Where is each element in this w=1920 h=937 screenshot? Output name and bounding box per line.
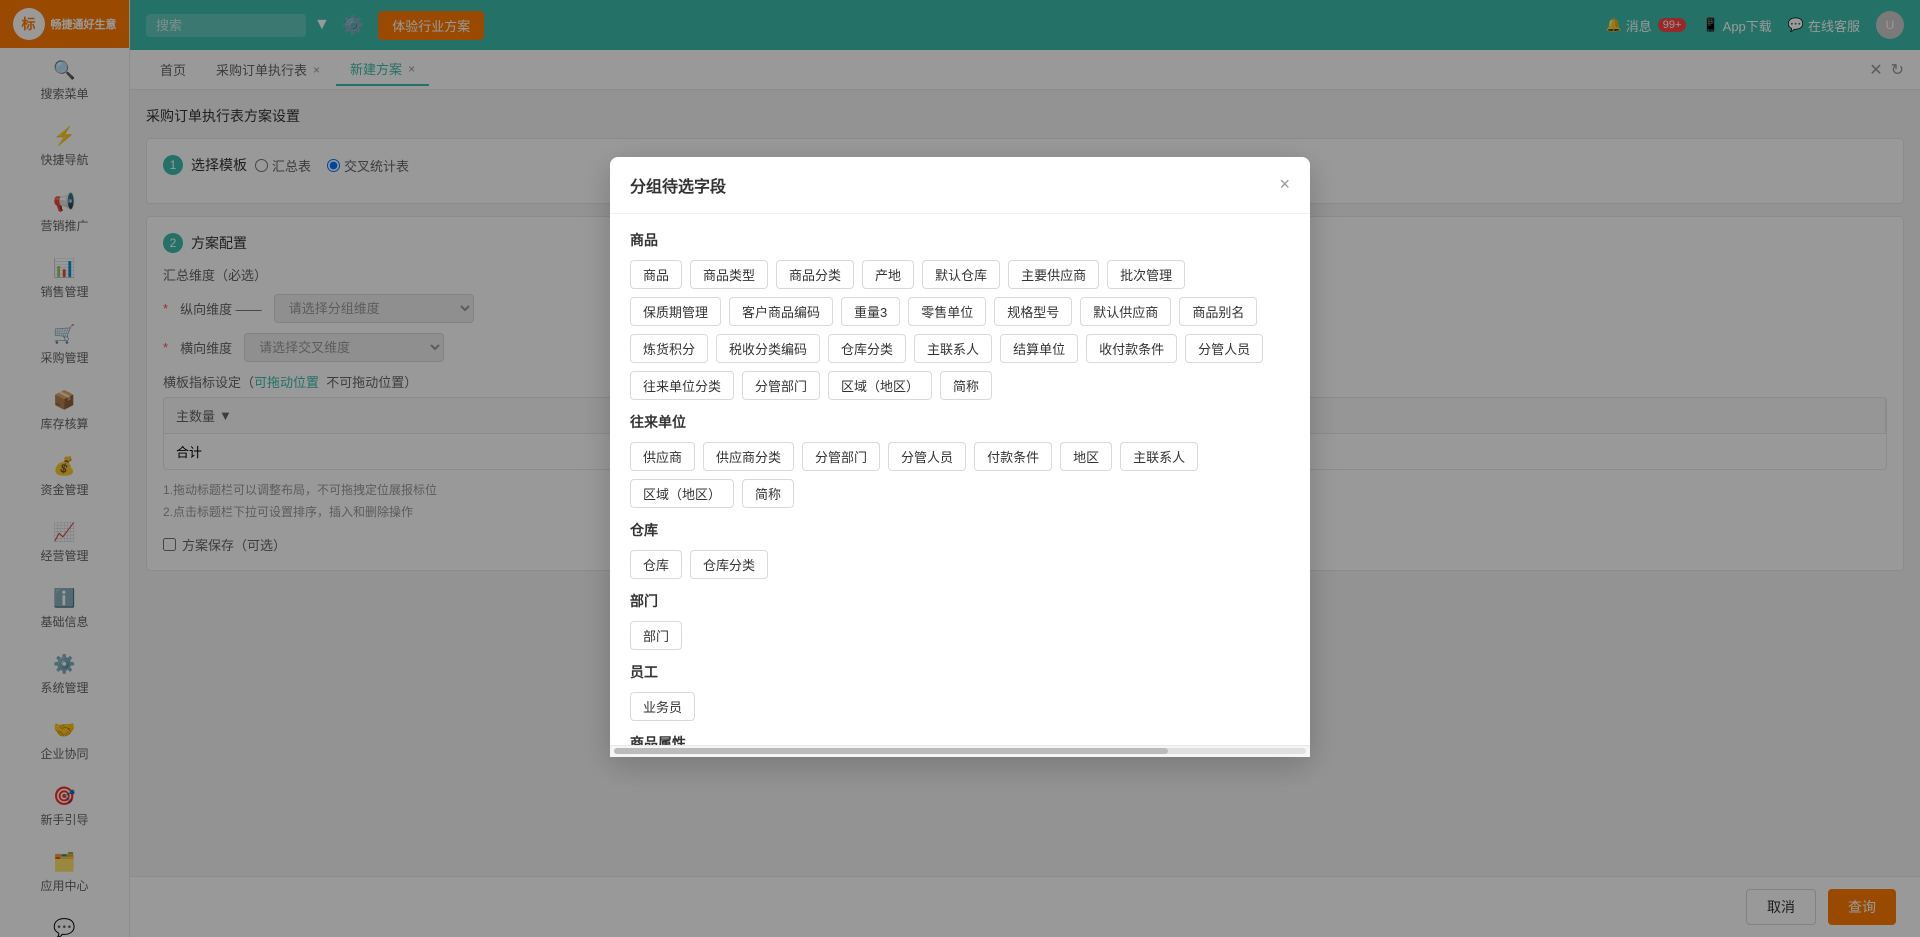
field-tag-points[interactable]: 炼货积分 bbox=[630, 334, 708, 363]
field-tag-partner-contact[interactable]: 主联系人 bbox=[1120, 442, 1198, 471]
field-tag-area[interactable]: 地区 bbox=[1060, 442, 1112, 471]
field-tag-department[interactable]: 部门 bbox=[630, 621, 682, 650]
field-tag-settlement-unit[interactable]: 结算单位 bbox=[1000, 334, 1078, 363]
field-tag-origin[interactable]: 产地 bbox=[862, 260, 914, 289]
section-title-partner: 往来单位 bbox=[630, 412, 1290, 432]
field-tags-goods-3: 炼货积分 税收分类编码 仓库分类 主联系人 结算单位 收付款条件 分管人员 bbox=[630, 334, 1290, 363]
field-tag-warehouse-cat[interactable]: 仓库分类 bbox=[828, 334, 906, 363]
field-tag-goods-category[interactable]: 商品分类 bbox=[776, 260, 854, 289]
field-tag-partner-short[interactable]: 简称 bbox=[742, 479, 794, 508]
field-tag-salesperson[interactable]: 业务员 bbox=[630, 692, 695, 721]
field-tag-supplier[interactable]: 供应商 bbox=[630, 442, 695, 471]
field-tag-partner-cat[interactable]: 往来单位分类 bbox=[630, 371, 734, 400]
field-tag-weight[interactable]: 重量3 bbox=[841, 297, 900, 326]
field-tag-partner-dept[interactable]: 分管部门 bbox=[802, 442, 880, 471]
field-tags-warehouse: 仓库 仓库分类 bbox=[630, 550, 1290, 579]
field-tag-warehouse-category[interactable]: 仓库分类 bbox=[690, 550, 768, 579]
field-tag-default-warehouse[interactable]: 默认仓库 bbox=[922, 260, 1000, 289]
field-tag-payment-terms[interactable]: 收付款条件 bbox=[1086, 334, 1177, 363]
field-tag-supplier-cat[interactable]: 供应商分类 bbox=[703, 442, 794, 471]
modal-body: 商品 商品 商品类型 商品分类 产地 默认仓库 主要供应商 批次管理 保质期管理… bbox=[610, 214, 1310, 745]
field-tags-department: 部门 bbox=[630, 621, 1290, 650]
field-tag-main-supplier[interactable]: 主要供应商 bbox=[1008, 260, 1099, 289]
modal-close-button[interactable]: × bbox=[1279, 174, 1290, 195]
modal-title: 分组待选字段 bbox=[630, 173, 726, 197]
field-tags-partner-2: 区域（地区） 简称 bbox=[630, 479, 1290, 508]
section-title-goods: 商品 bbox=[630, 230, 1290, 250]
field-tag-partner-payment[interactable]: 付款条件 bbox=[974, 442, 1052, 471]
modal-horizontal-scrollbar[interactable] bbox=[610, 745, 1310, 757]
hscroll-thumb[interactable] bbox=[614, 748, 1168, 754]
field-tag-goods-alias[interactable]: 商品别名 bbox=[1179, 297, 1257, 326]
field-tags-partner: 供应商 供应商分类 分管部门 分管人员 付款条件 地区 主联系人 bbox=[630, 442, 1290, 471]
field-tag-spec-model[interactable]: 规格型号 bbox=[994, 297, 1072, 326]
field-tag-short-name[interactable]: 简称 bbox=[940, 371, 992, 400]
field-tags-employee: 业务员 bbox=[630, 692, 1290, 721]
section-title-department: 部门 bbox=[630, 591, 1290, 611]
field-tag-dept[interactable]: 分管部门 bbox=[742, 371, 820, 400]
hscroll-track bbox=[614, 748, 1306, 754]
section-title-goods-attr: 商品属性 bbox=[630, 733, 1290, 745]
field-tag-tax-code[interactable]: 税收分类编码 bbox=[716, 334, 820, 363]
section-title-warehouse: 仓库 bbox=[630, 520, 1290, 540]
modal-header: 分组待选字段 × bbox=[610, 157, 1310, 214]
field-tag-main-contact[interactable]: 主联系人 bbox=[914, 334, 992, 363]
field-tag-partner-region[interactable]: 区域（地区） bbox=[630, 479, 734, 508]
field-tag-default-supplier[interactable]: 默认供应商 bbox=[1080, 297, 1171, 326]
field-tags-goods-4: 往来单位分类 分管部门 区域（地区） 简称 bbox=[630, 371, 1290, 400]
field-tag-region[interactable]: 区域（地区） bbox=[828, 371, 932, 400]
field-tag-partner-person[interactable]: 分管人员 bbox=[888, 442, 966, 471]
field-tags-goods: 商品 商品类型 商品分类 产地 默认仓库 主要供应商 批次管理 bbox=[630, 260, 1290, 289]
field-tag-warehouse[interactable]: 仓库 bbox=[630, 550, 682, 579]
field-tag-expiry-mgmt[interactable]: 保质期管理 bbox=[630, 297, 721, 326]
field-select-modal: 分组待选字段 × 商品 商品 商品类型 商品分类 产地 默认仓库 主要供应商 批… bbox=[610, 157, 1310, 757]
field-tag-batch-mgmt[interactable]: 批次管理 bbox=[1107, 260, 1185, 289]
field-tag-goods-type[interactable]: 商品类型 bbox=[690, 260, 768, 289]
field-tag-retail-unit[interactable]: 零售单位 bbox=[908, 297, 986, 326]
field-tag-customer-code[interactable]: 客户商品编码 bbox=[729, 297, 833, 326]
field-tags-goods-2: 保质期管理 客户商品编码 重量3 零售单位 规格型号 默认供应商 商品别名 bbox=[630, 297, 1290, 326]
field-tag-supervisor[interactable]: 分管人员 bbox=[1185, 334, 1263, 363]
section-title-employee: 员工 bbox=[630, 662, 1290, 682]
field-tag-goods[interactable]: 商品 bbox=[630, 260, 682, 289]
